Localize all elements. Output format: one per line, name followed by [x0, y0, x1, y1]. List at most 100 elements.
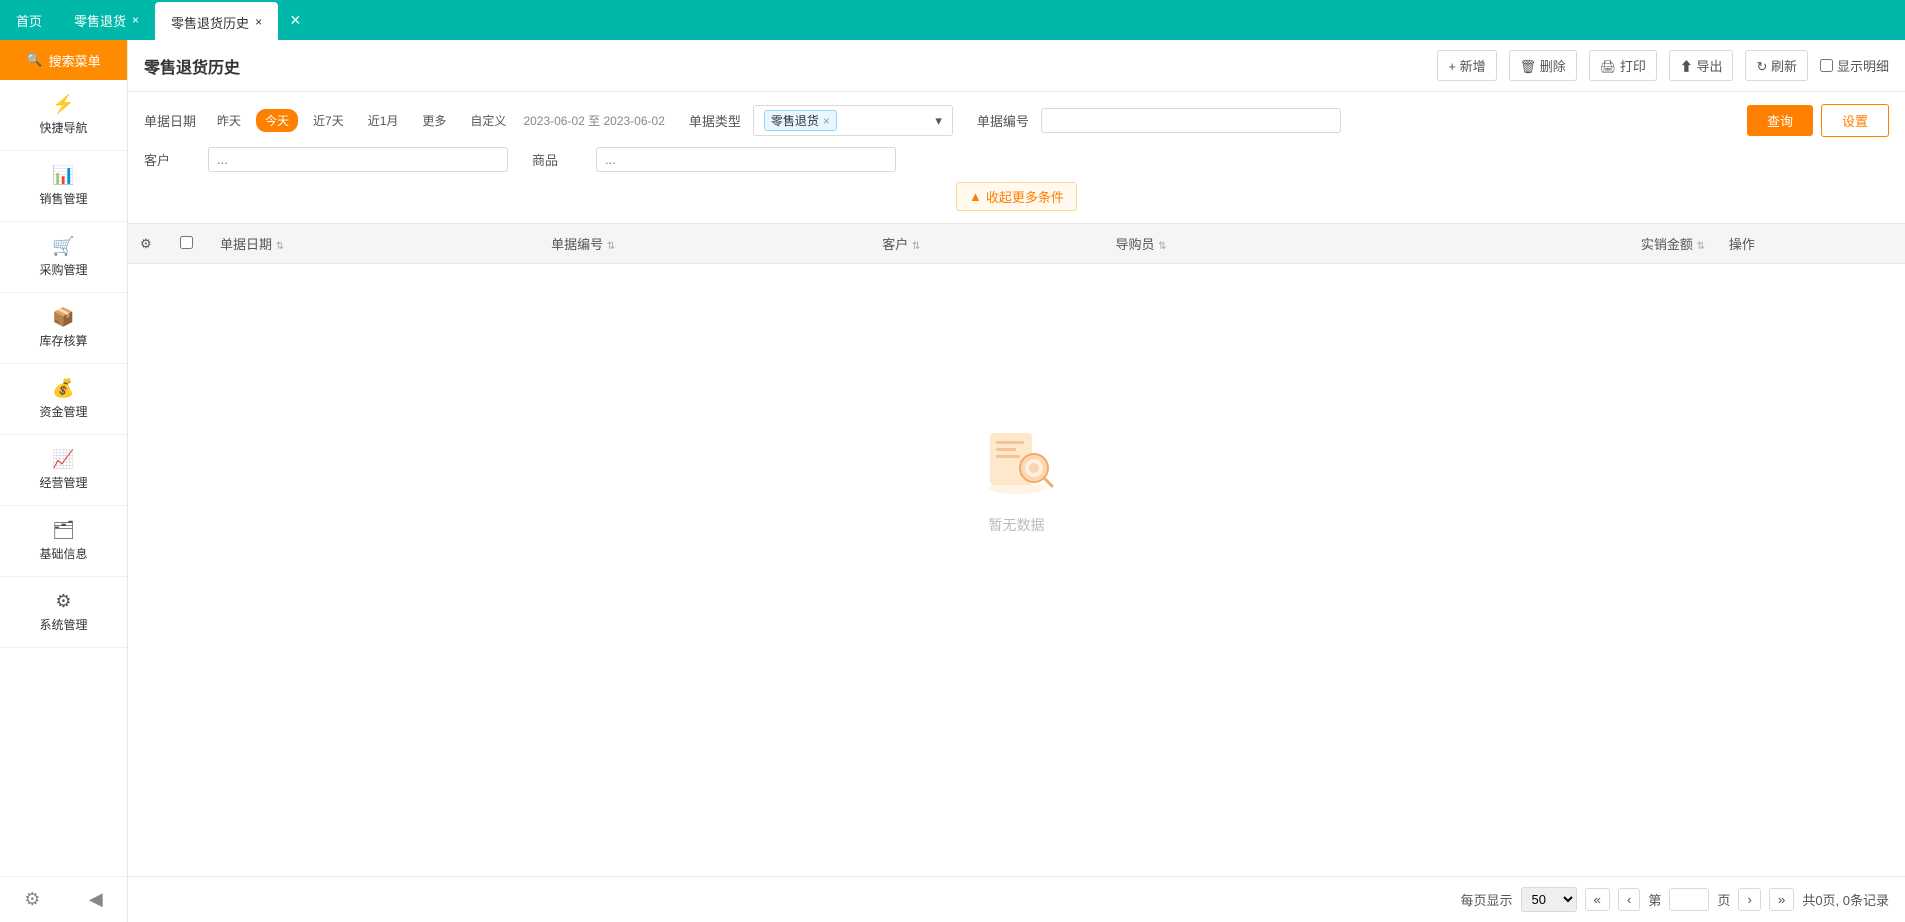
date-btn-7days[interactable]: 近7天 — [304, 109, 353, 132]
header-actions: + 新增 🗑 删除 🖨 打印 ⬆ 导出 ↻ 刷新 显示明细 — [1437, 50, 1889, 81]
query-button[interactable]: 查询 — [1747, 105, 1813, 136]
type-dropdown-icon: ▾ — [935, 113, 942, 129]
gear-icon[interactable]: ⚙ — [140, 236, 152, 251]
delete-button[interactable]: 🗑 删除 — [1509, 50, 1577, 81]
settings-bottom-icon[interactable]: ⚙ — [24, 889, 40, 910]
sidebar-item-operations[interactable]: 📈 经营管理 — [0, 435, 127, 506]
last-page-button[interactable]: » — [1769, 888, 1794, 911]
date-filter-label: 单据日期 — [144, 111, 200, 130]
print-button[interactable]: 🖨 打印 — [1589, 50, 1657, 81]
inventory-icon: 📦 — [52, 307, 74, 328]
th-gear[interactable]: ⚙ — [128, 224, 168, 264]
empty-icon — [972, 413, 1062, 503]
type-selector[interactable]: 零售退货 × ▾ — [753, 105, 953, 136]
goods-input[interactable] — [596, 147, 896, 172]
sort-customer-icon[interactable]: ⇅ — [912, 241, 920, 252]
tab-retail-return-history-close[interactable]: × — [255, 15, 262, 29]
select-all-checkbox[interactable] — [180, 236, 193, 249]
show-detail-checkbox[interactable] — [1820, 59, 1833, 72]
show-detail-checkbox-label[interactable]: 显示明细 — [1820, 56, 1889, 75]
customer-filter-item: 客户 — [144, 147, 508, 172]
th-date: 单据日期 ⇅ — [208, 224, 539, 264]
main-content: 零售退货历史 + 新增 🗑 删除 🖨 打印 ⬆ 导出 ↻ 刷新 显示明细 单据日… — [128, 40, 1905, 922]
first-page-button[interactable]: « — [1585, 888, 1610, 911]
voucher-filter-label: 单据编号 — [977, 111, 1033, 130]
collapse-icon: ▲ — [969, 189, 982, 204]
export-button[interactable]: ⬆ 导出 — [1669, 50, 1734, 81]
filter-action-buttons: 查询 设置 — [1747, 104, 1889, 137]
top-bar: 首页 零售退货 × 零售退货历史 × × — [0, 0, 1905, 40]
sort-voucher-icon[interactable]: ⇅ — [607, 241, 615, 252]
refresh-button[interactable]: ↻ 刷新 — [1745, 50, 1808, 81]
date-btn-1month[interactable]: 近1月 — [359, 109, 408, 132]
type-tag: 零售退货 × — [764, 110, 837, 131]
sort-date-icon[interactable]: ⇅ — [276, 241, 284, 252]
window-close-button[interactable]: × — [278, 10, 313, 31]
tab-retail-return[interactable]: 零售退货 × — [58, 0, 155, 40]
th-check[interactable] — [168, 224, 208, 264]
system-mgmt-icon: ⚙ — [55, 591, 71, 612]
type-filter-item: 单据类型 零售退货 × ▾ — [689, 105, 953, 136]
next-page-button[interactable]: › — [1738, 888, 1760, 911]
filter-row-2: 客户 商品 — [144, 147, 1889, 172]
type-filter-label: 单据类型 — [689, 111, 745, 130]
page-size-select[interactable]: 20 50 100 — [1521, 887, 1577, 912]
customer-filter-label: 客户 — [144, 150, 200, 169]
th-voucher: 单据编号 ⇅ — [539, 224, 870, 264]
pagination-bar: 每页显示 20 50 100 « ‹ 第 1 页 › » 共0页, 0条记录 — [128, 876, 1905, 922]
prev-page-button[interactable]: ‹ — [1618, 888, 1640, 911]
page-number-input[interactable]: 1 — [1669, 888, 1709, 911]
purchase-icon: 🛒 — [52, 236, 74, 257]
new-button[interactable]: + 新增 — [1437, 50, 1496, 81]
filter-row-1: 单据日期 昨天 今天 近7天 近1月 更多 自定义 2023-06-02 至 2… — [144, 104, 1889, 137]
filter-area: 单据日期 昨天 今天 近7天 近1月 更多 自定义 2023-06-02 至 2… — [128, 92, 1905, 224]
sort-guide-icon[interactable]: ⇅ — [1158, 241, 1166, 252]
tab-home[interactable]: 首页 — [0, 0, 58, 40]
tab-retail-return-close[interactable]: × — [132, 13, 139, 27]
page-size-label: 每页显示 — [1461, 890, 1513, 909]
date-btn-yesterday[interactable]: 昨天 — [208, 109, 250, 132]
collapse-sidebar-icon[interactable]: ◀ — [89, 889, 103, 910]
th-amount: 实销金额 ⇅ — [1386, 224, 1717, 264]
page-header: 零售退货历史 + 新增 🗑 删除 🖨 打印 ⬆ 导出 ↻ 刷新 显示明细 — [128, 40, 1905, 92]
setting-button[interactable]: 设置 — [1821, 104, 1889, 137]
layout: 🔍 搜索菜单 ⚡ 快捷导航 📊 销售管理 🛒 采购管理 📦 库存核算 💰 资金管… — [0, 40, 1905, 922]
operations-icon: 📈 — [52, 449, 74, 470]
voucher-input[interactable] — [1041, 108, 1341, 133]
sidebar-item-purchase-mgmt[interactable]: 🛒 采购管理 — [0, 222, 127, 293]
page-label: 第 — [1648, 890, 1661, 909]
sidebar-item-sales-mgmt[interactable]: 📊 销售管理 — [0, 151, 127, 222]
goods-filter-label: 商品 — [532, 150, 588, 169]
finance-icon: 💰 — [52, 378, 74, 399]
sidebar-item-finance[interactable]: 💰 资金管理 — [0, 364, 127, 435]
collapse-row: ▲ 收起更多条件 — [144, 182, 1889, 211]
date-btn-more[interactable]: 更多 — [413, 109, 455, 132]
voucher-filter-item: 单据编号 — [977, 108, 1341, 133]
date-filter-item: 单据日期 昨天 今天 近7天 近1月 更多 自定义 2023-06-02 至 2… — [144, 109, 665, 132]
date-btn-today[interactable]: 今天 — [256, 109, 298, 132]
page-suffix: 页 — [1717, 890, 1730, 909]
sidebar-item-basic-info[interactable]: 🗂 基础信息 — [0, 506, 127, 577]
sales-icon: 📊 — [52, 165, 74, 186]
search-menu-button[interactable]: 🔍 搜索菜单 — [0, 40, 127, 80]
sidebar: 🔍 搜索菜单 ⚡ 快捷导航 📊 销售管理 🛒 采购管理 📦 库存核算 💰 资金管… — [0, 40, 128, 922]
collapse-button[interactable]: ▲ 收起更多条件 — [956, 182, 1077, 211]
table-area: ⚙ 单据日期 ⇅ 单据编号 ⇅ — [128, 224, 1905, 876]
empty-state: 暂无数据 — [128, 264, 1905, 684]
th-customer: 客户 ⇅ — [870, 224, 1103, 264]
th-ops: 操作 — [1717, 224, 1905, 264]
sidebar-item-inventory[interactable]: 📦 库存核算 — [0, 293, 127, 364]
tab-retail-return-history[interactable]: 零售退货历史 × — [155, 2, 278, 42]
goods-filter-item: 商品 — [532, 147, 896, 172]
sidebar-bottom: ⚙ ◀ — [0, 876, 127, 922]
sidebar-item-system-mgmt[interactable]: ⚙ 系统管理 — [0, 577, 127, 648]
customer-input[interactable] — [208, 147, 508, 172]
date-btn-custom[interactable]: 自定义 — [461, 109, 515, 132]
table-header-row: ⚙ 单据日期 ⇅ 单据编号 ⇅ — [128, 224, 1905, 264]
date-range-display: 2023-06-02 至 2023-06-02 — [523, 112, 664, 129]
sort-amount-icon[interactable]: ⇅ — [1696, 241, 1704, 252]
quick-nav-icon: ⚡ — [52, 94, 74, 115]
type-tag-close[interactable]: × — [823, 114, 830, 128]
basic-info-icon: 🗂 — [52, 520, 75, 541]
sidebar-item-quick-nav[interactable]: ⚡ 快捷导航 — [0, 80, 127, 151]
